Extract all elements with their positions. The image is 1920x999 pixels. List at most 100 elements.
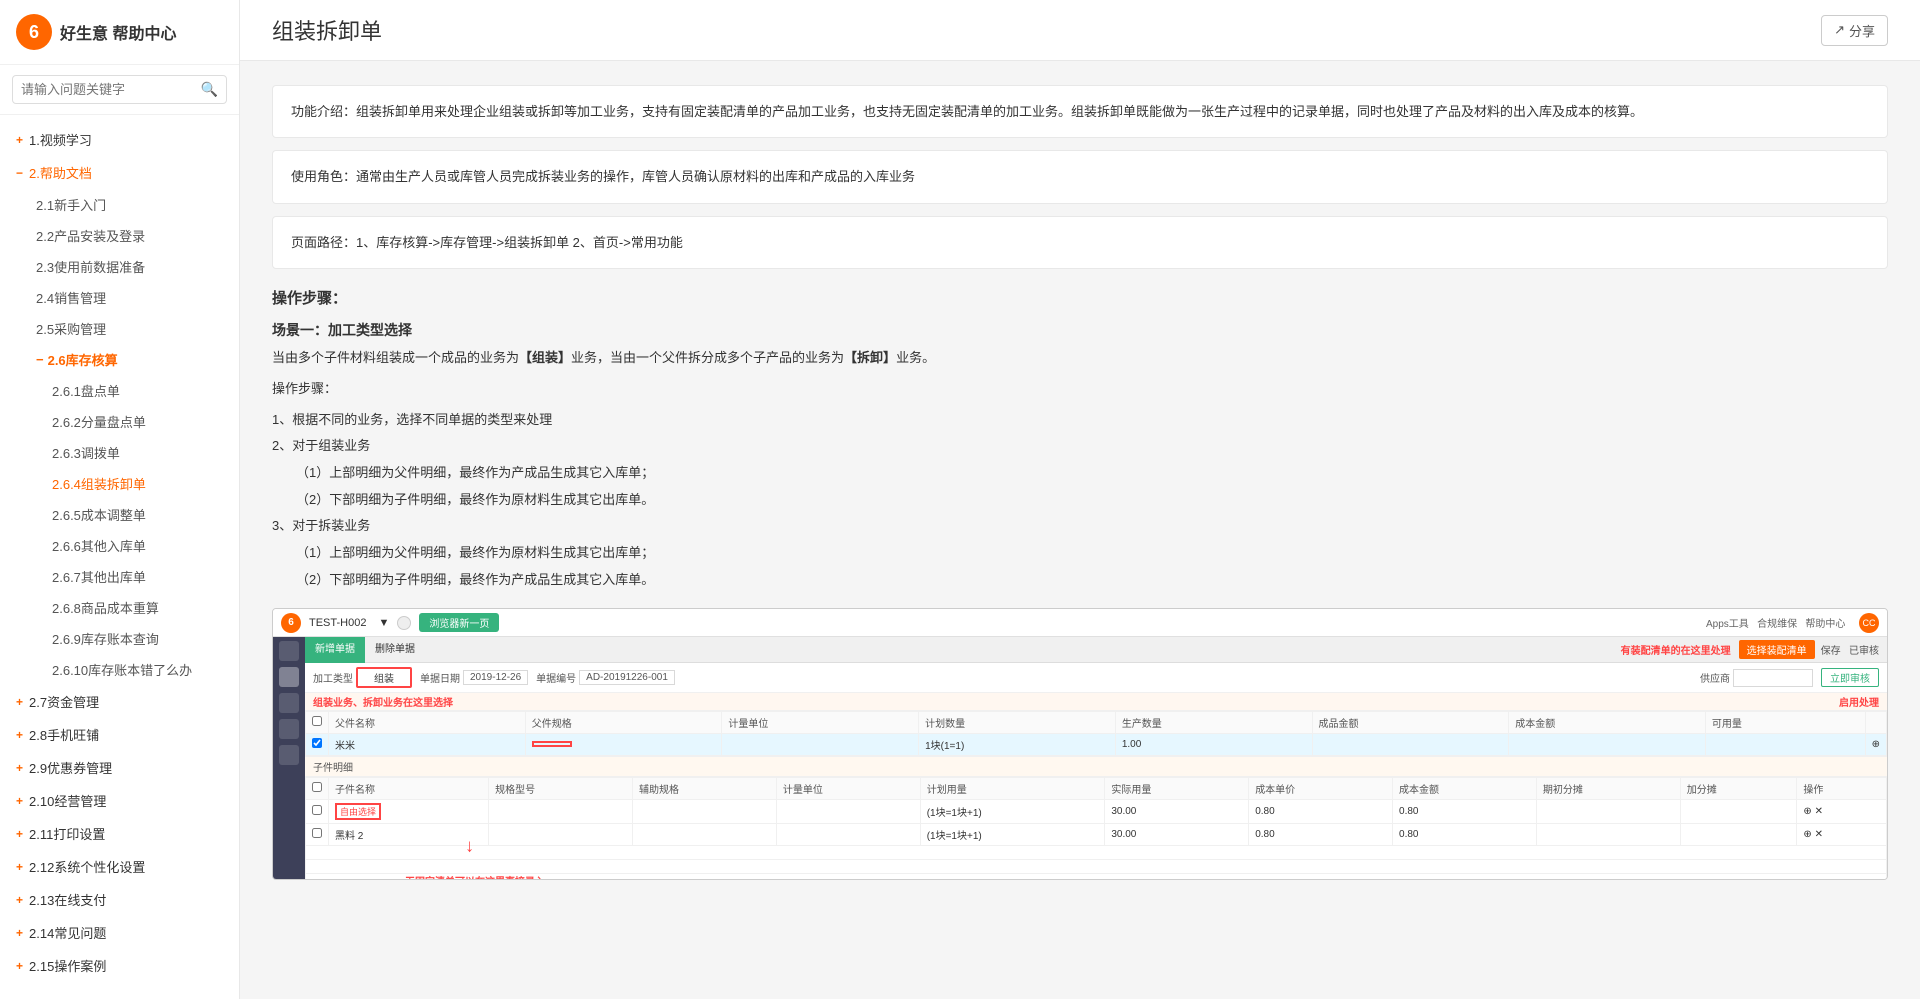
mock-th-cost-amount: 成本金额 [1509, 712, 1706, 734]
mock-th2-actual-use: 实际用量 [1105, 778, 1249, 800]
plus-icon-2-13: + [16, 893, 23, 907]
sidebar-item-2-3[interactable]: 2.3使用前数据准备 [0, 251, 239, 282]
mock-td2-cost-price-2: 0.80 [1249, 824, 1393, 846]
sidebar-item-2-6-8[interactable]: 2.6.8商品成本重算 [0, 592, 239, 623]
logo-text: 好生意 帮助中心 [60, 20, 176, 44]
mock-td2-init-share-2 [1536, 824, 1680, 846]
mock-confirm-btn: 立即审核 [1821, 668, 1879, 687]
search-icon[interactable]: 🔍 [201, 81, 218, 98]
mock-td2-name-1: 自由选择 [329, 800, 489, 824]
mock-td2-actual-2: 30.00 [1105, 824, 1249, 846]
mock-table2-row-4 [306, 860, 1887, 874]
mock-sidebar-icon-1 [279, 641, 299, 661]
sidebar-item-2-14[interactable]: + 2.14常见问题 [0, 916, 239, 949]
sidebar-item-2-11[interactable]: + 2.11打印设置 [0, 817, 239, 850]
sidebar-item-2-6[interactable]: − 2.6库存核算 [0, 344, 239, 375]
sidebar-item-2-10[interactable]: + 2.10经营管理 [0, 784, 239, 817]
mock-td2-check-1 [306, 800, 329, 824]
sidebar-item-2-6-2[interactable]: 2.6.2分量盘点单 [0, 406, 239, 437]
feature-text: 功能介绍：组装拆卸单用来处理企业组装或拆卸等加工业务，支持有固定装配清单的产品加… [291, 104, 1643, 119]
mock-title: TEST-H002 [309, 617, 366, 629]
mock-th2-cost-price: 成本单价 [1249, 778, 1393, 800]
sidebar-item-2-7[interactable]: + 2.7资金管理 [0, 685, 239, 718]
content-body: 功能介绍：组装拆卸单用来处理企业组装或拆卸等加工业务，支持有固定装配清单的产品加… [240, 61, 1920, 999]
step-list: 1、根据不同的业务，选择不同单据的类型来处理 2、对于组装业务 （1）上部明细为… [272, 408, 1888, 593]
search-input[interactable] [21, 82, 201, 97]
sidebar-item-2-6-6[interactable]: 2.6.6其他入库单 [0, 530, 239, 561]
sidebar-item-2-5[interactable]: 2.5采购管理 [0, 313, 239, 344]
sidebar-item-video[interactable]: + 1.视频学习 [0, 123, 239, 156]
sidebar-item-2-8[interactable]: + 2.8手机旺铺 [0, 718, 239, 751]
mock-td2-empty-3 [306, 846, 1887, 860]
sidebar-item-2-6-1[interactable]: 2.6.1盘点单 [0, 375, 239, 406]
mock-table2-head: 子件名称 规格型号 辅助规格 计量单位 计划用量 实际用量 成本单价 成本金额 [306, 778, 1887, 800]
mock-arrow4-icon: ↑ [465, 837, 474, 858]
mock-date-field: 单据日期 2019-12-26 [420, 670, 528, 685]
step-3: 3、对于拆装业务 [272, 514, 1888, 539]
minus-icon-2-6: − [36, 352, 44, 367]
mock-td2-plan-2: (1块=1块+1) [920, 824, 1105, 846]
sidebar-item-2-4[interactable]: 2.4销售管理 [0, 282, 239, 313]
mock-td2-plan-1: (1块=1块+1) [920, 800, 1105, 824]
sidebar-item-2-12[interactable]: + 2.12系统个性化设置 [0, 850, 239, 883]
mock-table2-container: 子件名称 规格型号 辅助规格 计量单位 计划用量 实际用量 成本单价 成本金额 [305, 777, 1887, 879]
mock-table2-header-row: 子件名称 规格型号 辅助规格 计量单位 计划用量 实际用量 成本单价 成本金额 [306, 778, 1887, 800]
main-content: 组装拆卸单 ↗ 分享 功能介绍：组装拆卸单用来处理企业组装或拆卸等加工业务，支持… [240, 0, 1920, 999]
mock-th2-plan-use: 计划用量 [920, 778, 1105, 800]
step-3-2: （2）下部明细为子件明细，最终作为产成品生成其它入库单。 [296, 568, 1888, 593]
mock-td2-check-2 [306, 824, 329, 846]
step-2-2: （2）下部明细为子件明细，最终作为原材料生成其它出库单。 [296, 488, 1888, 513]
sidebar-item-2-15[interactable]: + 2.15操作案例 [0, 949, 239, 982]
sidebar-item-2-2[interactable]: 2.2产品安装及登录 [0, 220, 239, 251]
mock-new-btn: 浏览器新一页 [419, 613, 499, 632]
scene1-desc: 当由多个子件材料组装成一个成品的业务为【组装】业务，当由一个父件拆分成多个子产品… [272, 346, 1888, 371]
sidebar-item-2-6-3[interactable]: 2.6.3调拨单 [0, 437, 239, 468]
role-block: 使用角色：通常由生产人员或库管人员完成拆装业务的操作，库管人员确认原材料的出库和… [272, 150, 1888, 203]
search-box[interactable]: 🔍 [12, 75, 227, 104]
mock-annotation3-label: 启用处理 [1839, 694, 1879, 709]
screenshot-container: 6 TEST-H002 ▼ 浏览器新一页 Apps工具 合规维保 帮助中心 CC [272, 608, 1888, 880]
mock-warehouse-field: 供应商 [1700, 669, 1813, 687]
mock-th-plan-qty: 计划数量 [919, 712, 1116, 734]
role-text: 使用角色：通常由生产人员或库管人员完成拆装业务的操作，库管人员确认原材料的出库和… [291, 169, 915, 184]
mock-table1: 父件名称 父件规格 计量单位 计划数量 生产数量 成品金额 成本金额 可用量 [305, 711, 1887, 756]
search-area: 🔍 [0, 65, 239, 115]
sidebar-item-2-13[interactable]: + 2.13在线支付 [0, 883, 239, 916]
sidebar-item-2-6-4[interactable]: 2.6.4组装拆卸单 [0, 468, 239, 499]
mock-td2-empty-4 [306, 860, 1887, 874]
mock-td2-spec-2 [489, 824, 633, 846]
scene1-title: 场景一：加工类型选择 [272, 320, 1888, 340]
plus-icon-2-12: + [16, 860, 23, 874]
sidebar-item-docs[interactable]: − 2.帮助文档 [0, 156, 239, 189]
mock-th2-aux-spec: 辅助规格 [633, 778, 777, 800]
share-button[interactable]: ↗ 分享 [1821, 15, 1888, 46]
page-title: 组装拆卸单 [272, 14, 382, 46]
mock-table2-body: 自由选择 (1块=1块+1) 30.00 0.80 0.80 [306, 800, 1887, 880]
mock-td2-cost-amount-2: 0.80 [1393, 824, 1537, 846]
mock-more-btns: 保存 已审核 [1821, 642, 1887, 657]
mock-tabs-bar: 新增单据 删除单据 有装配清单的在这里处理 选择装配清单 保存 已审核 [305, 637, 1887, 663]
sidebar-label-docs: 2.帮助文档 [29, 163, 92, 182]
mock-sidebar-icon-5 [279, 745, 299, 765]
sidebar-item-2-6-5[interactable]: 2.6.5成本调整单 [0, 499, 239, 530]
sidebar-item-2-9[interactable]: + 2.9优惠券管理 [0, 751, 239, 784]
steps-title: 操作步骤： [272, 287, 1888, 308]
sidebar-item-2-6-9[interactable]: 2.6.9库存账本查询 [0, 623, 239, 654]
mock-main: 新增单据 删除单据 有装配清单的在这里处理 选择装配清单 保存 已审核 加工类型 [305, 637, 1887, 879]
sub-steps-title: 操作步骤： [272, 377, 1888, 402]
mock-td2-op-2: ⊕ ✕ [1797, 824, 1887, 846]
mock-warehouse-label: 供应商 [1700, 670, 1730, 685]
sidebar-item-2-6-7[interactable]: 2.6.7其他出库单 [0, 561, 239, 592]
mock-td2-aux-1 [633, 800, 777, 824]
mock-td-unit [722, 734, 919, 756]
sidebar-item-2-6-10[interactable]: 2.6.10库存账本错了么办 [0, 654, 239, 685]
mock-td-parent-name: 米米 [329, 734, 526, 756]
mock-td-op: ⊕ [1865, 734, 1886, 756]
mock-no-value: AD-20191226-001 [579, 670, 675, 685]
plus-icon-2-11: + [16, 827, 23, 841]
mock-td2-add-share-2 [1680, 824, 1797, 846]
sidebar-item-2-1[interactable]: 2.1新手入门 [0, 189, 239, 220]
mock-sidebar-icon-2 [279, 667, 299, 687]
mock-td-avail [1705, 734, 1865, 756]
mock-no-field: 单据编号 AD-20191226-001 [536, 670, 675, 685]
